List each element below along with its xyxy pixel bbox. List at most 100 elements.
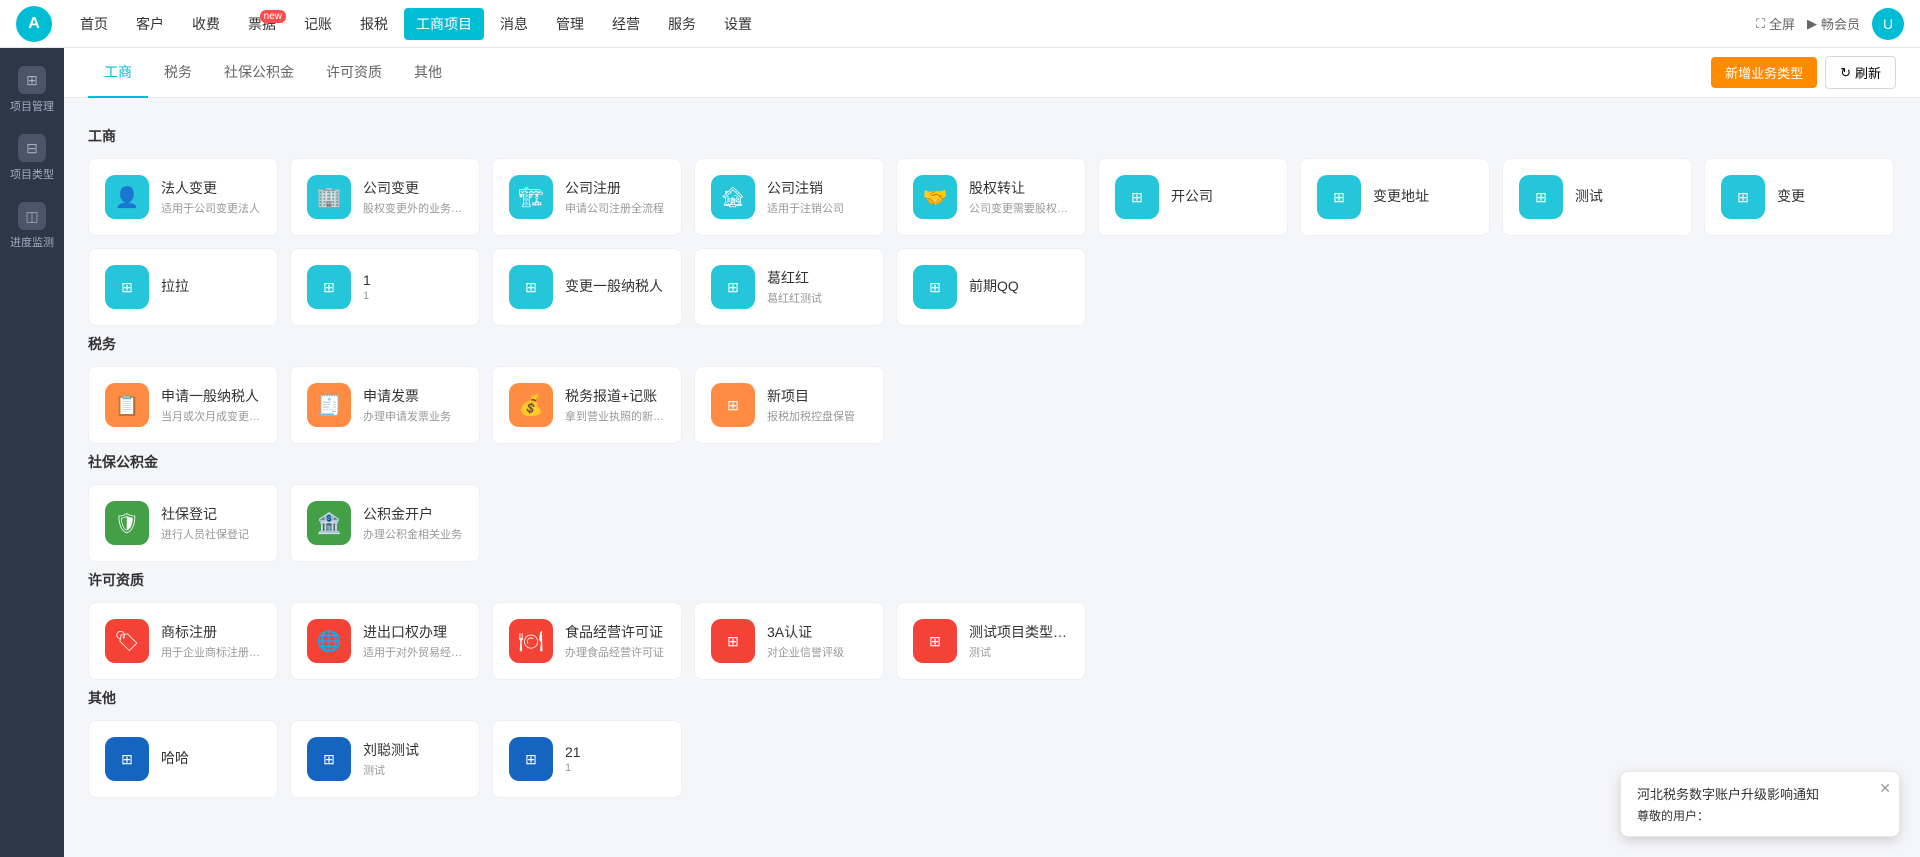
card-yibannas[interactable]: 📋 申请一般纳税人 当月或次月成变更完成 — [88, 366, 278, 444]
card-title: 葛红红 — [767, 268, 867, 288]
nav-fee[interactable]: 收费 — [180, 8, 232, 40]
card-shipin[interactable]: 🍽 食品经营许可证 办理食品经营许可证 — [492, 602, 682, 680]
section-title-shebao: 社保公积金 — [88, 452, 1896, 472]
nav-tax[interactable]: 报税 — [348, 8, 400, 40]
card-jinchukouquan[interactable]: 🌐 进出口权办理 适用于对外贸易经营者 — [290, 602, 480, 680]
card-title: 哈哈 — [161, 748, 261, 768]
card-desc: 办理食品经营许可证 — [565, 644, 665, 660]
tab-shebao[interactable]: 社保公积金 — [208, 48, 310, 98]
nav-customer[interactable]: 客户 — [124, 8, 176, 40]
card-title: 社保登记 — [161, 504, 261, 524]
vip-icon: ▶ — [1807, 16, 1817, 32]
card-biangengdizhi[interactable]: ⊞ 变更地址 — [1300, 158, 1490, 236]
card-icon: 🌐 — [307, 619, 351, 663]
card-shenqingfapiao[interactable]: 🧾 申请发票 办理申请发票业务 — [290, 366, 480, 444]
card-shebao[interactable]: 🛡 社保登记 进行人员社保登记 — [88, 484, 278, 562]
card-ceshi[interactable]: ⊞ 测试 — [1502, 158, 1692, 236]
card-guquanzhuanrang[interactable]: 🤝 股权转让 公司变更需要股权转让 — [896, 158, 1086, 236]
card-icon: ⊞ — [105, 265, 149, 309]
cards-gongshang: 👤 法人变更 适用于公司变更法人 🏢 公司变更 股权变更外的业务变更 🏗 公司注… — [88, 158, 1896, 326]
nav-manage[interactable]: 管理 — [544, 8, 596, 40]
tab-qita[interactable]: 其他 — [398, 48, 458, 98]
card-21[interactable]: ⊞ 21 1 — [492, 720, 682, 798]
nav-settings[interactable]: 设置 — [712, 8, 764, 40]
notification-content: 尊敬的用户： — [1637, 807, 1883, 824]
notification-title: 河北税务数字账户升级影响通知 — [1637, 784, 1883, 803]
card-icon: 🏦 — [307, 501, 351, 545]
tab-shuiwu[interactable]: 税务 — [148, 48, 208, 98]
card-desc: 测试 — [969, 644, 1069, 660]
notification-popup: ✕ 河北税务数字账户升级影响通知 尊敬的用户： — [1620, 771, 1900, 837]
nav-bookkeeping[interactable]: 记账 — [292, 8, 344, 40]
refresh-icon: ↻ — [1840, 65, 1851, 81]
progress-icon: ◫ — [18, 202, 46, 230]
logo[interactable]: A — [16, 6, 52, 42]
card-fazhibiangeng[interactable]: 👤 法人变更 适用于公司变更法人 — [88, 158, 278, 236]
card-icon: 🧾 — [307, 383, 351, 427]
card-haha[interactable]: ⊞ 哈哈 — [88, 720, 278, 798]
sidebar-item-project-manage[interactable]: ⊞ 项目管理 — [0, 56, 64, 124]
fullscreen-btn[interactable]: ⛶ 全屏 — [1756, 14, 1795, 33]
card-shuiwubaodao[interactable]: 💰 税务报道+记账 拿到营业执照的新公司 — [492, 366, 682, 444]
card-title: 变更地址 — [1373, 186, 1473, 206]
card-title: 变更一般纳税人 — [565, 276, 665, 296]
card-icon: 💰 — [509, 383, 553, 427]
nav-service[interactable]: 服务 — [656, 8, 708, 40]
sidebar-item-project-type[interactable]: ⊟ 项目类型 — [0, 124, 64, 192]
main-content: 工商 税务 社保公积金 许可资质 其他 新增业务类型 ↻ 刷新 工商 👤 法人变… — [64, 48, 1920, 857]
card-icon: 🏢 — [307, 175, 351, 219]
nav-home[interactable]: 首页 — [68, 8, 120, 40]
add-type-button[interactable]: 新增业务类型 — [1711, 57, 1817, 88]
card-icon: 🏚 — [711, 175, 755, 219]
card-icon: ⊞ — [1519, 175, 1563, 219]
card-gongsizhuce[interactable]: 🏗 公司注册 申请公司注册全流程 — [492, 158, 682, 236]
nav-operations[interactable]: 经营 — [600, 8, 652, 40]
notification-close-btn[interactable]: ✕ — [1879, 780, 1891, 797]
card-icon: 🤝 — [913, 175, 957, 219]
card-xinxiangmu[interactable]: ⊞ 新项目 报税加税控盘保管 — [694, 366, 884, 444]
cards-xuke: 🏷 商标注册 用于企业商标注册服务 🌐 进出口权办理 适用于对外贸易经营者 🍽 … — [88, 602, 1896, 680]
card-liucong[interactable]: ⊞ 刘聪测试 测试 — [290, 720, 480, 798]
card-desc: 报税加税控盘保管 — [767, 408, 867, 424]
card-title: 开公司 — [1171, 186, 1271, 206]
section-title-gongshang: 工商 — [88, 126, 1896, 146]
card-title: 食品经营许可证 — [565, 622, 665, 642]
nav-invoice[interactable]: 票据 new — [236, 8, 288, 40]
card-ceshi-type[interactable]: ⊞ 测试项目类型目定义 测试 — [896, 602, 1086, 680]
tab-gongshang[interactable]: 工商 — [88, 48, 148, 98]
card-gongjijin[interactable]: 🏦 公积金开户 办理公积金相关业务 — [290, 484, 480, 562]
card-3a[interactable]: ⊞ 3A认证 对企业信誉评级 — [694, 602, 884, 680]
card-gongsizuxiao[interactable]: 🏚 公司注销 适用于注销公司 — [694, 158, 884, 236]
card-icon: ⊞ — [711, 383, 755, 427]
card-biangeng[interactable]: ⊞ 变更 — [1704, 158, 1894, 236]
sidebar-item-progress[interactable]: ◫ 进度监测 — [0, 192, 64, 260]
card-biangengnas[interactable]: ⊞ 变更一般纳税人 — [492, 248, 682, 326]
card-icon: ⊞ — [913, 619, 957, 663]
fullscreen-icon: ⛶ — [1756, 16, 1765, 32]
card-icon: ⊞ — [307, 737, 351, 781]
card-kaigongsi[interactable]: ⊞ 开公司 — [1098, 158, 1288, 236]
card-title: 公司变更 — [363, 178, 463, 198]
nav-message[interactable]: 消息 — [488, 8, 540, 40]
tab-bar: 工商 税务 社保公积金 许可资质 其他 新增业务类型 ↻ 刷新 — [64, 48, 1920, 98]
card-icon: 📋 — [105, 383, 149, 427]
nav-business[interactable]: 工商项目 — [404, 8, 484, 40]
card-desc: 申请公司注册全流程 — [565, 200, 665, 216]
avatar[interactable]: U — [1872, 8, 1904, 40]
card-qianqiqq[interactable]: ⊞ 前期QQ — [896, 248, 1086, 326]
card-icon: ⊞ — [509, 737, 553, 781]
card-title: 1 — [363, 272, 463, 288]
card-icon: 🍽 — [509, 619, 553, 663]
card-gehonghong[interactable]: ⊞ 葛红红 葛红红测试 — [694, 248, 884, 326]
card-desc: 办理申请发票业务 — [363, 408, 463, 424]
refresh-button[interactable]: ↻ 刷新 — [1825, 56, 1896, 89]
card-gongsibiangeng[interactable]: 🏢 公司变更 股权变更外的业务变更 — [290, 158, 480, 236]
card-desc: 对企业信誉评级 — [767, 644, 867, 660]
card-title: 测试 — [1575, 186, 1675, 206]
tab-bar-actions: 新增业务类型 ↻ 刷新 — [1711, 48, 1896, 97]
card-shangbiao[interactable]: 🏷 商标注册 用于企业商标注册服务 — [88, 602, 278, 680]
vip-btn[interactable]: ▶ 畅会员 — [1807, 14, 1860, 33]
card-1[interactable]: ⊞ 1 1 — [290, 248, 480, 326]
tab-xuke[interactable]: 许可资质 — [310, 48, 398, 98]
card-lala[interactable]: ⊞ 拉拉 — [88, 248, 278, 326]
